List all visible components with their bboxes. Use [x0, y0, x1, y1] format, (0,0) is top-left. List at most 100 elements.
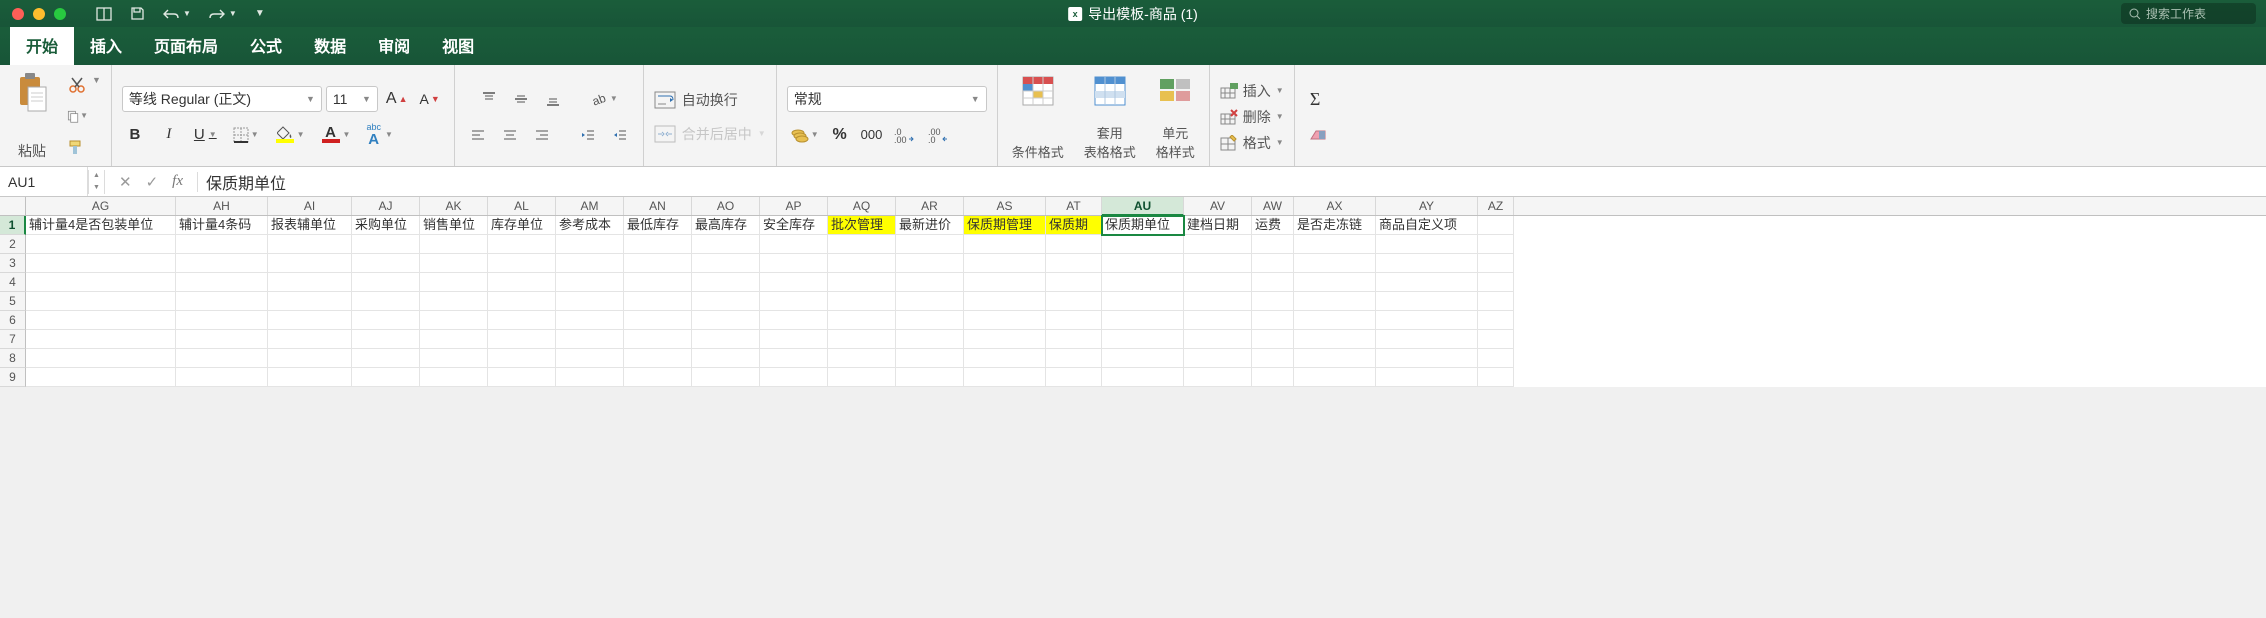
- cell-AL2[interactable]: [488, 235, 556, 254]
- qat-customize-icon[interactable]: ▼: [255, 8, 265, 19]
- cell-AN3[interactable]: [624, 254, 692, 273]
- cell-AP4[interactable]: [760, 273, 828, 292]
- row-header-6[interactable]: 6: [0, 311, 26, 330]
- cell-AI1[interactable]: 报表辅单位: [268, 216, 352, 235]
- cell-AS1[interactable]: 保质期管理: [964, 216, 1046, 235]
- cell-AJ7[interactable]: [352, 330, 420, 349]
- cell-AN2[interactable]: [624, 235, 692, 254]
- cell-AO2[interactable]: [692, 235, 760, 254]
- select-all-corner[interactable]: [0, 197, 26, 215]
- cell-AO8[interactable]: [692, 349, 760, 368]
- orientation-button[interactable]: ab▼: [586, 86, 622, 112]
- cell-AZ9[interactable]: [1478, 368, 1514, 387]
- cell-AZ4[interactable]: [1478, 273, 1514, 292]
- cell-AQ4[interactable]: [828, 273, 896, 292]
- cell-AL5[interactable]: [488, 292, 556, 311]
- cell-AO7[interactable]: [692, 330, 760, 349]
- cell-AP9[interactable]: [760, 368, 828, 387]
- cell-AJ8[interactable]: [352, 349, 420, 368]
- font-size-select[interactable]: 11▼: [326, 86, 378, 112]
- cell-AV7[interactable]: [1184, 330, 1252, 349]
- cell-AJ6[interactable]: [352, 311, 420, 330]
- cell-AQ1[interactable]: 批次管理: [828, 216, 896, 235]
- cell-AO1[interactable]: 最高库存: [692, 216, 760, 235]
- cell-AI2[interactable]: [268, 235, 352, 254]
- cell-AG4[interactable]: [26, 273, 176, 292]
- increase-decimal-button[interactable]: .0.00: [890, 122, 920, 148]
- cell-AW5[interactable]: [1252, 292, 1294, 311]
- cell-AG7[interactable]: [26, 330, 176, 349]
- cell-AR6[interactable]: [896, 311, 964, 330]
- cell-AS7[interactable]: [964, 330, 1046, 349]
- cell-AU1[interactable]: 保质期单位: [1102, 216, 1184, 235]
- cell-AT2[interactable]: [1046, 235, 1102, 254]
- increase-font-button[interactable]: A▲: [382, 86, 412, 112]
- cell-AK5[interactable]: [420, 292, 488, 311]
- align-left-button[interactable]: [465, 122, 491, 148]
- cell-AP3[interactable]: [760, 254, 828, 273]
- undo-button[interactable]: ▼: [163, 8, 191, 20]
- ribbon-tab-3[interactable]: 公式: [234, 24, 298, 65]
- cell-AH8[interactable]: [176, 349, 268, 368]
- cell-AW7[interactable]: [1252, 330, 1294, 349]
- font-name-select[interactable]: 等线 Regular (正文)▼: [122, 86, 322, 112]
- cell-AR5[interactable]: [896, 292, 964, 311]
- cell-AG6[interactable]: [26, 311, 176, 330]
- cell-AG8[interactable]: [26, 349, 176, 368]
- align-bottom-button[interactable]: [540, 86, 566, 112]
- cell-AW3[interactable]: [1252, 254, 1294, 273]
- cell-AN5[interactable]: [624, 292, 692, 311]
- namebox-up-icon[interactable]: ▲: [88, 170, 104, 182]
- comma-button[interactable]: 000: [857, 122, 887, 148]
- cell-AK9[interactable]: [420, 368, 488, 387]
- cell-AU6[interactable]: [1102, 311, 1184, 330]
- cell-AZ6[interactable]: [1478, 311, 1514, 330]
- cell-AU5[interactable]: [1102, 292, 1184, 311]
- align-middle-button[interactable]: [508, 86, 534, 112]
- cell-AQ9[interactable]: [828, 368, 896, 387]
- cell-AQ2[interactable]: [828, 235, 896, 254]
- fx-icon[interactable]: fx: [172, 173, 183, 190]
- column-header-AL[interactable]: AL: [488, 197, 556, 215]
- cell-AH4[interactable]: [176, 273, 268, 292]
- cell-AG2[interactable]: [26, 235, 176, 254]
- column-header-AY[interactable]: AY: [1376, 197, 1478, 215]
- cell-AX4[interactable]: [1294, 273, 1376, 292]
- column-header-AR[interactable]: AR: [896, 197, 964, 215]
- cell-AW6[interactable]: [1252, 311, 1294, 330]
- ribbon-tab-1[interactable]: 插入: [74, 24, 138, 65]
- italic-button[interactable]: I: [156, 122, 182, 148]
- copy-button[interactable]: ▼: [66, 106, 88, 126]
- cell-AW1[interactable]: 运费: [1252, 216, 1294, 235]
- column-header-AJ[interactable]: AJ: [352, 197, 420, 215]
- home-icon[interactable]: [96, 7, 112, 21]
- ribbon-tab-0[interactable]: 开始: [10, 24, 74, 65]
- search-sheet-input[interactable]: 搜索工作表: [2121, 3, 2256, 24]
- cell-AR9[interactable]: [896, 368, 964, 387]
- cell-AZ5[interactable]: [1478, 292, 1514, 311]
- cell-AZ7[interactable]: [1478, 330, 1514, 349]
- column-header-AT[interactable]: AT: [1046, 197, 1102, 215]
- format-as-table-button[interactable]: 套用 表格格式: [1080, 71, 1140, 161]
- cell-AK3[interactable]: [420, 254, 488, 273]
- cell-AU7[interactable]: [1102, 330, 1184, 349]
- fill-color-button[interactable]: ▼: [271, 122, 309, 148]
- cell-AS2[interactable]: [964, 235, 1046, 254]
- cell-AJ1[interactable]: 采购单位: [352, 216, 420, 235]
- cell-AH9[interactable]: [176, 368, 268, 387]
- cell-AJ4[interactable]: [352, 273, 420, 292]
- cell-AU4[interactable]: [1102, 273, 1184, 292]
- row-header-4[interactable]: 4: [0, 273, 26, 292]
- cell-AO9[interactable]: [692, 368, 760, 387]
- cell-AX8[interactable]: [1294, 349, 1376, 368]
- row-header-9[interactable]: 9: [0, 368, 26, 387]
- cell-AN1[interactable]: 最低库存: [624, 216, 692, 235]
- font-color-button[interactable]: A▼: [317, 122, 355, 148]
- cell-AY6[interactable]: [1376, 311, 1478, 330]
- cell-AW9[interactable]: [1252, 368, 1294, 387]
- insert-cells-button[interactable]: 插入▼: [1220, 81, 1284, 101]
- cell-AY7[interactable]: [1376, 330, 1478, 349]
- cell-AV3[interactable]: [1184, 254, 1252, 273]
- align-top-button[interactable]: [476, 86, 502, 112]
- maximize-window-button[interactable]: [54, 8, 66, 20]
